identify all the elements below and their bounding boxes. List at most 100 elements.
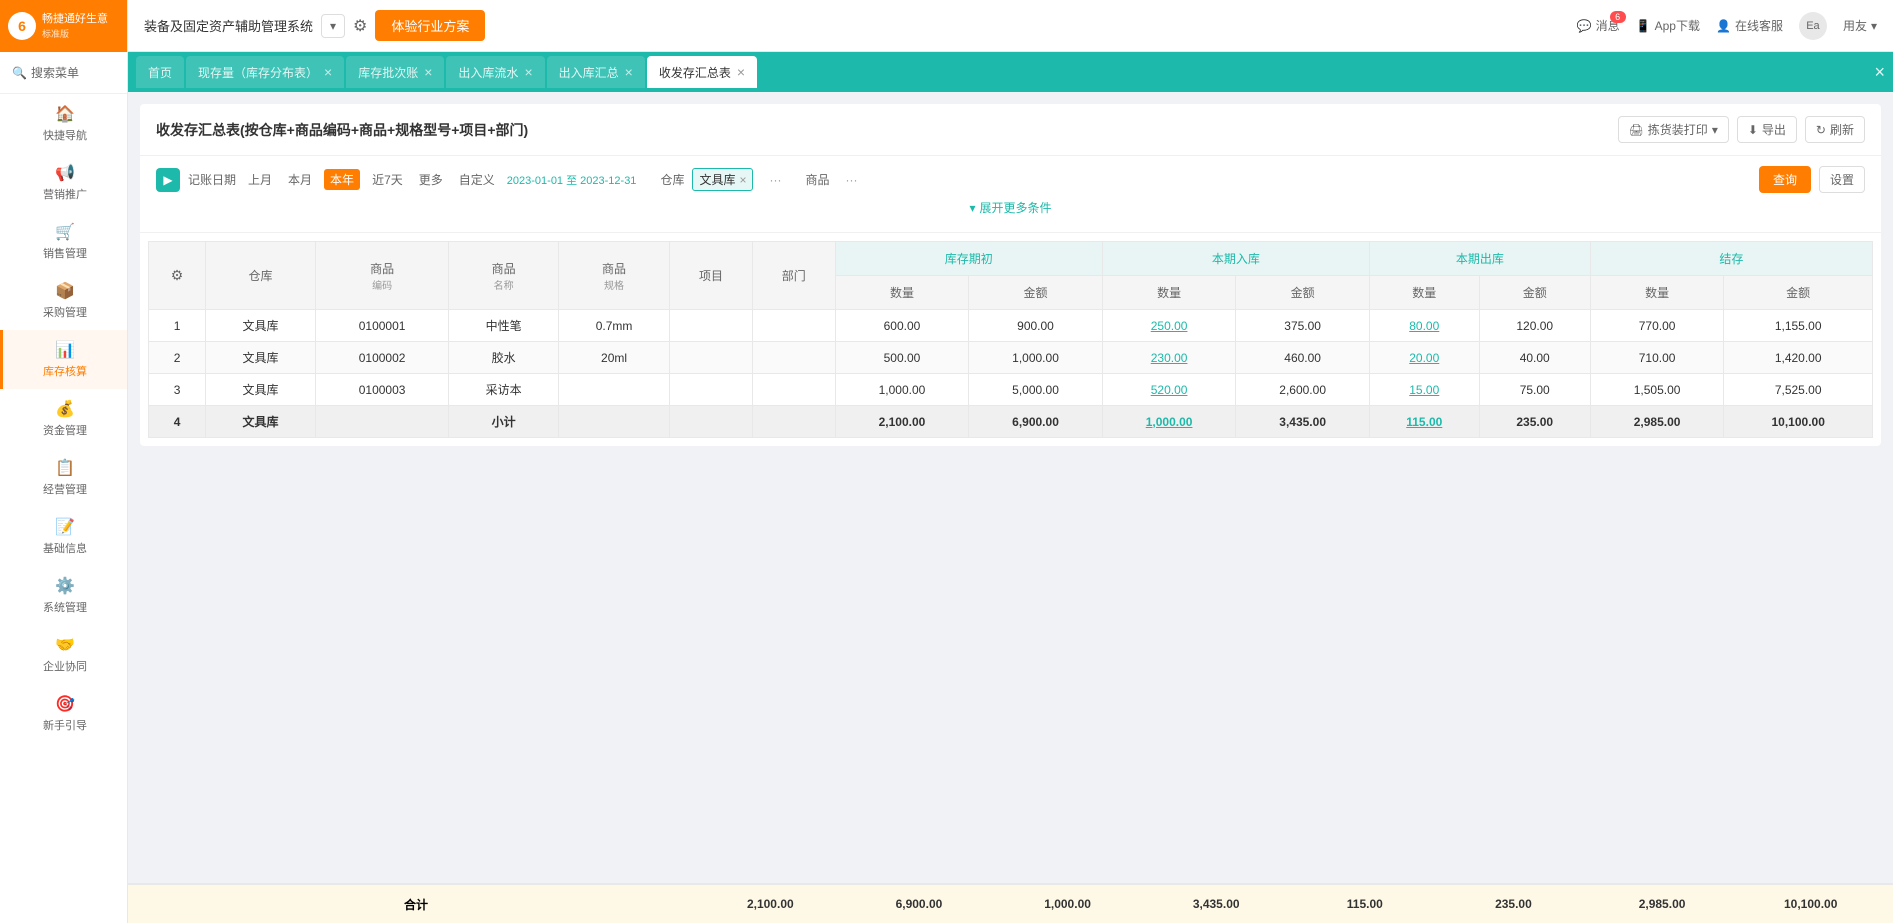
finance-icon: 💰 — [55, 399, 75, 419]
tabs-bar: 首页 现存量（库存分布表） × 库存批次账 × 出入库流水 × 出入库汇总 × … — [128, 52, 1893, 92]
message-icon: 💬 — [1577, 19, 1592, 33]
row-warehouse: 文具库 — [206, 342, 316, 374]
sidebar-item-quick[interactable]: 🏠 快捷导航 — [0, 94, 127, 153]
footer-in-amt: 3,435.00 — [1142, 893, 1291, 915]
search-icon: 🔍 — [12, 66, 27, 80]
col-project-header: 项目 — [670, 242, 753, 310]
col-opening-qty-header: 数量 — [835, 276, 969, 310]
sidebar-item-basic[interactable]: 📝 基础信息 — [0, 507, 127, 566]
footer-in-qty: 1,000.00 — [993, 893, 1142, 915]
row-opening-qty: 1,000.00 — [835, 374, 969, 406]
date-curr-month[interactable]: 本月 — [284, 169, 316, 190]
tab-inout-flow-close[interactable]: × — [524, 65, 532, 79]
date-custom[interactable]: 自定义 — [455, 169, 499, 190]
search-menu-button[interactable]: 🔍 搜索菜单 — [8, 60, 119, 85]
row-out-amt: 40.00 — [1479, 342, 1590, 374]
table-settings-icon[interactable]: ⚙ — [171, 267, 184, 283]
message-button[interactable]: 💬 消息 6 — [1577, 17, 1620, 34]
col-out-amt-header: 金额 — [1479, 276, 1590, 310]
sidebar-item-sales[interactable]: 🛒 销售管理 — [0, 212, 127, 271]
warehouse-tag: 文具库 × — [692, 168, 753, 191]
subtotal-opening-qty: 2,100.00 — [835, 406, 969, 438]
table-footer: 合计 2,100.00 6,900.00 1,000.00 3,435.00 1… — [128, 883, 1893, 923]
subtotal-closing-qty: 2,985.00 — [1590, 406, 1724, 438]
settings-gear-button[interactable]: ⚙ — [353, 16, 367, 36]
row-out-amt: 120.00 — [1479, 310, 1590, 342]
logo-text: 畅捷通好生意 标准版 — [42, 12, 108, 39]
date-prev-month[interactable]: 上月 — [244, 169, 276, 190]
tab-batch-close[interactable]: × — [424, 65, 432, 79]
tab-inventory-dist[interactable]: 现存量（库存分布表） × — [186, 56, 344, 88]
expand-conditions-button[interactable]: ▾ 展开更多条件 — [969, 199, 1051, 216]
print-button[interactable]: 🖨 拣货装打印 ▾ — [1618, 116, 1729, 143]
sidebar-item-finance[interactable]: 💰 资金管理 — [0, 389, 127, 448]
query-button[interactable]: 查询 — [1759, 166, 1811, 193]
app-download-button[interactable]: 📱 App下载 — [1636, 17, 1700, 34]
online-service-button[interactable]: 👤 在线客服 — [1716, 17, 1783, 34]
tab-inout-summary-close[interactable]: × — [625, 65, 633, 79]
row-project — [670, 310, 753, 342]
warehouse-tag-close[interactable]: × — [739, 173, 746, 187]
row-dept — [752, 342, 835, 374]
sidebar-item-operation[interactable]: 📋 经营管理 — [0, 448, 127, 507]
subtotal-warehouse: 文具库 — [206, 406, 316, 438]
tab-inout-summary[interactable]: 出入库汇总 × — [547, 56, 645, 88]
tab-inventory-dist-close[interactable]: × — [324, 65, 332, 79]
sidebar-item-inventory[interactable]: 📊 库存核算 — [0, 330, 127, 389]
table-wrap: ⚙ 仓库 商品编码 商品名称 商品规格 项目 部门 库存期初 本期入库 本期出库… — [140, 233, 1881, 446]
tab-recv-send-label: 收发存汇总表 — [659, 64, 731, 81]
subtotal-in-qty: 1,000.00 — [1102, 406, 1236, 438]
tab-inout-summary-label: 出入库汇总 — [559, 64, 619, 81]
sidebar-item-system[interactable]: ⚙️ 系统管理 — [0, 566, 127, 625]
date-curr-year[interactable]: 本年 — [324, 169, 360, 190]
col-in-amt-header: 金额 — [1236, 276, 1370, 310]
expand-row: ▾ 展开更多条件 — [156, 193, 1865, 222]
enterprise-icon: 🤝 — [55, 635, 75, 655]
subtotal-code — [315, 406, 449, 438]
tab-batch[interactable]: 库存批次账 × — [346, 56, 444, 88]
refresh-button[interactable]: ↻ 刷新 — [1805, 116, 1865, 143]
subtotal-out-amt: 235.00 — [1479, 406, 1590, 438]
row-opening-qty: 600.00 — [835, 310, 969, 342]
warehouse-more-button[interactable]: ··· — [769, 173, 781, 187]
try-industry-button[interactable]: 体验行业方案 — [375, 10, 485, 41]
header-right: 💬 消息 6 📱 App下载 👤 在线客服 Ea 用友 ▾ — [1577, 12, 1877, 40]
main-area: 装备及固定资产辅助管理系统 ▾ ⚙ 体验行业方案 💬 消息 6 📱 App下载 … — [128, 0, 1893, 923]
service-icon: 👤 — [1716, 19, 1731, 33]
col-opening-header: 库存期初 — [835, 242, 1102, 276]
sidebar-item-enterprise[interactable]: 🤝 企业协同 — [0, 625, 127, 684]
sidebar-item-purchase[interactable]: 📦 采购管理 — [0, 271, 127, 330]
subtotal-closing-amt: 10,100.00 — [1724, 406, 1873, 438]
print-icon: 🖨 — [1629, 123, 1644, 137]
goods-more-button[interactable]: ··· — [846, 173, 858, 187]
col-opening-amt-header: 金额 — [969, 276, 1103, 310]
row-code: 0100001 — [315, 310, 449, 342]
sidebar-item-marketing[interactable]: 📢 营销推广 — [0, 153, 127, 212]
date-more[interactable]: 更多 — [415, 169, 447, 190]
row-code: 0100003 — [315, 374, 449, 406]
system-dropdown[interactable]: ▾ — [321, 14, 345, 38]
sidebar-item-newguide[interactable]: 🎯 新手引导 — [0, 684, 127, 743]
tab-recv-send-close[interactable]: × — [737, 65, 745, 79]
subtotal-in-amt: 3,435.00 — [1236, 406, 1370, 438]
data-table: ⚙ 仓库 商品编码 商品名称 商品规格 项目 部门 库存期初 本期入库 本期出库… — [148, 241, 1873, 438]
col-name-header: 商品名称 — [449, 242, 559, 310]
tab-inout-flow[interactable]: 出入库流水 × — [446, 56, 544, 88]
subtotal-opening-amt: 6,900.00 — [969, 406, 1103, 438]
tab-home[interactable]: 首页 — [136, 56, 184, 88]
tab-recv-send[interactable]: 收发存汇总表 × — [647, 56, 757, 88]
purchase-icon: 📦 — [55, 281, 75, 301]
row-out-amt: 75.00 — [1479, 374, 1590, 406]
row-in-amt: 375.00 — [1236, 310, 1370, 342]
filter-settings-button[interactable]: 设置 — [1819, 166, 1865, 193]
goods-filter-label: 商品 — [805, 171, 829, 188]
export-button[interactable]: ⬇ 导出 — [1737, 116, 1797, 143]
user-menu-button[interactable]: 用友 ▾ — [1843, 17, 1877, 34]
tabs-bar-close-button[interactable]: × — [1874, 62, 1885, 83]
date-7days[interactable]: 近7天 — [368, 169, 407, 190]
row-name: 胶水 — [449, 342, 559, 374]
sales-icon: 🛒 — [55, 222, 75, 242]
basic-icon: 📝 — [55, 517, 75, 537]
filter-toggle-button[interactable]: ▶ — [156, 168, 180, 192]
page-title-bar: 收发存汇总表(按仓库+商品编码+商品+规格型号+项目+部门) 🖨 拣货装打印 ▾… — [140, 104, 1881, 156]
